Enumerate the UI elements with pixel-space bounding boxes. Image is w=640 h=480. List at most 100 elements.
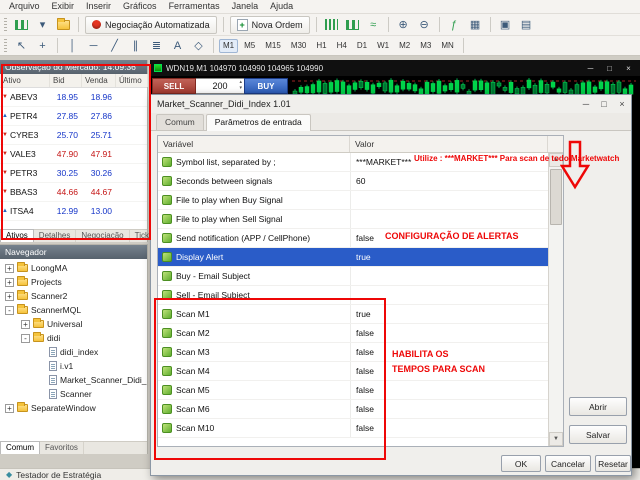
toolbar-grip[interactable] — [4, 39, 7, 52]
crosshair-button[interactable]: + — [33, 37, 52, 55]
menu-ferramentas[interactable]: Ferramentas — [163, 0, 226, 13]
param-row[interactable]: File to play when Sell Signal — [158, 210, 563, 229]
menu-exibir[interactable]: Exibir — [46, 0, 81, 13]
volume-spinner[interactable]: ▴ ▾ — [239, 79, 242, 91]
menu-arquivo[interactable]: Arquivo — [3, 0, 46, 13]
open-button[interactable]: Abrir — [569, 397, 627, 416]
menu-inserir[interactable]: Inserir — [80, 0, 117, 13]
tree-item[interactable]: + Projects — [0, 275, 147, 289]
tab-negociacao[interactable]: Negociação — [76, 230, 130, 242]
indicators-button[interactable]: ƒ — [445, 16, 464, 34]
timeframe-m5[interactable]: M5 — [240, 39, 259, 53]
text-tool-button[interactable]: A — [168, 37, 187, 55]
toolbar-grip[interactable] — [4, 18, 7, 31]
vertical-scrollbar[interactable]: ▲ ▼ — [548, 153, 563, 446]
timeframe-m2[interactable]: M2 — [395, 39, 414, 53]
tab-ativos[interactable]: Ativos — [0, 229, 34, 242]
market-row[interactable]: ▲ ITSA4 12.99 13.00 — [0, 202, 147, 221]
tree-item[interactable]: didi_index — [0, 345, 147, 359]
new-order-button[interactable]: + Nova Ordem — [229, 15, 310, 34]
menu-graficos[interactable]: Gráficos — [117, 0, 163, 13]
timeframe-m1[interactable]: M1 — [219, 38, 239, 53]
param-row[interactable]: Scan M4 false — [158, 362, 563, 381]
scrollbar-thumb[interactable] — [550, 169, 562, 225]
fibonacci-button[interactable]: ≣ — [147, 37, 166, 55]
buy-button[interactable]: BUY — [244, 78, 288, 94]
col-valor[interactable]: Valor — [350, 136, 548, 152]
horizontal-line-button[interactable]: ─ — [84, 37, 103, 55]
param-row[interactable]: File to play when Buy Signal — [158, 191, 563, 210]
profiles-button[interactable] — [54, 16, 73, 34]
tree-toggle-icon[interactable]: + — [5, 291, 14, 301]
dialog-minimize-icon[interactable]: ─ — [577, 99, 595, 109]
tree-item[interactable]: Market_Scanner_Didi_Index — [0, 373, 147, 387]
param-value[interactable]: false — [350, 324, 548, 342]
dialog-titlebar[interactable]: Market_Scanner_Didi_Index 1.01 ─ □ × — [151, 95, 631, 113]
tree-toggle-icon[interactable]: + — [21, 319, 30, 329]
param-row[interactable]: Send notification (APP / CellPhone) false — [158, 229, 563, 248]
param-row[interactable]: Buy - Email Subject — [158, 267, 563, 286]
tab-parametros-de-entrada[interactable]: Parâmetros de entrada — [205, 114, 311, 131]
zoom-out-button[interactable]: ⊖ — [415, 16, 434, 34]
timeframe-mn[interactable]: MN — [437, 39, 457, 53]
param-value[interactable]: false — [350, 229, 548, 247]
spin-down-icon[interactable]: ▾ — [239, 85, 242, 91]
param-value[interactable]: true — [350, 248, 548, 266]
scroll-down-icon[interactable]: ▼ — [549, 432, 563, 446]
chart-close-icon[interactable]: × — [621, 64, 636, 73]
col-variavel[interactable]: Variável — [158, 136, 350, 152]
param-value[interactable]: false — [350, 343, 548, 361]
tree-item[interactable]: i.v1 — [0, 359, 147, 373]
menu-janela[interactable]: Janela — [226, 0, 265, 13]
col-venda[interactable]: Venda — [82, 74, 116, 87]
channel-button[interactable]: ∥ — [126, 37, 145, 55]
param-row[interactable]: Scan M5 false — [158, 381, 563, 400]
tab-favoritos[interactable]: Favoritos — [40, 442, 84, 454]
param-row[interactable]: Scan M3 false — [158, 343, 563, 362]
bar-chart-button[interactable] — [322, 16, 341, 34]
chart-list-dropdown[interactable]: ▾ — [33, 16, 52, 34]
zoom-in-button[interactable]: ⊕ — [394, 16, 413, 34]
tree-item[interactable]: - ScannerMQL — [0, 303, 147, 317]
tree-item[interactable]: + Scanner2 — [0, 289, 147, 303]
tree-toggle-icon[interactable]: + — [5, 263, 14, 273]
chart-maximize-icon[interactable]: □ — [602, 64, 617, 73]
scroll-up-icon[interactable]: ▲ — [549, 153, 563, 167]
market-row[interactable]: ▼ PETR3 30.25 30.26 — [0, 164, 147, 183]
market-watch-titlebar[interactable]: Observação do Mercado: 14:09:36 — [0, 60, 147, 74]
param-value[interactable]: 60 — [350, 172, 548, 190]
cascade-windows-button[interactable]: ▤ — [517, 16, 536, 34]
param-value[interactable] — [350, 210, 548, 228]
dialog-maximize-icon[interactable]: □ — [595, 99, 613, 109]
candlestick-chart-button[interactable] — [343, 16, 362, 34]
col-ativo[interactable]: Ativo — [0, 74, 50, 87]
market-row[interactable]: ▼ CYRE3 25.70 25.71 — [0, 126, 147, 145]
param-value[interactable]: false — [350, 419, 548, 437]
timeframe-h4[interactable]: H4 — [333, 39, 351, 53]
line-chart-button[interactable]: ≈ — [364, 16, 383, 34]
param-value[interactable]: false — [350, 362, 548, 380]
trendline-button[interactable]: ╱ — [105, 37, 124, 55]
vertical-line-button[interactable]: │ — [63, 37, 82, 55]
shapes-button[interactable]: ◇ — [189, 37, 208, 55]
param-row[interactable]: Symbol list, separated by ; ***MARKET*** — [158, 153, 563, 172]
timeframe-h1[interactable]: H1 — [312, 39, 330, 53]
market-row[interactable]: ▼ BBAS3 44.66 44.67 — [0, 183, 147, 202]
tile-windows-button[interactable]: ▣ — [496, 16, 515, 34]
volume-input[interactable]: 200 ▴ ▾ — [196, 78, 244, 94]
param-row[interactable]: Scan M6 false — [158, 400, 563, 419]
cursor-button[interactable]: ↖ — [12, 37, 31, 55]
tree-item[interactable]: - didi — [0, 331, 147, 345]
tree-toggle-icon[interactable]: + — [5, 277, 14, 287]
dialog-close-icon[interactable]: × — [613, 99, 631, 109]
tab-comum[interactable]: Comum — [156, 114, 204, 130]
tree-item[interactable]: Scanner — [0, 387, 147, 401]
grid-button[interactable]: ▦ — [466, 16, 485, 34]
sell-button[interactable]: SELL — [152, 78, 196, 94]
chart-minimize-icon[interactable]: ─ — [583, 64, 598, 73]
tab-detalhes[interactable]: Detalhes — [34, 230, 77, 242]
market-row[interactable]: ▼ ABEV3 18.95 18.96 — [0, 88, 147, 107]
param-value[interactable]: false — [350, 381, 548, 399]
new-chart-button[interactable] — [12, 16, 31, 34]
param-value[interactable]: true — [350, 305, 548, 323]
